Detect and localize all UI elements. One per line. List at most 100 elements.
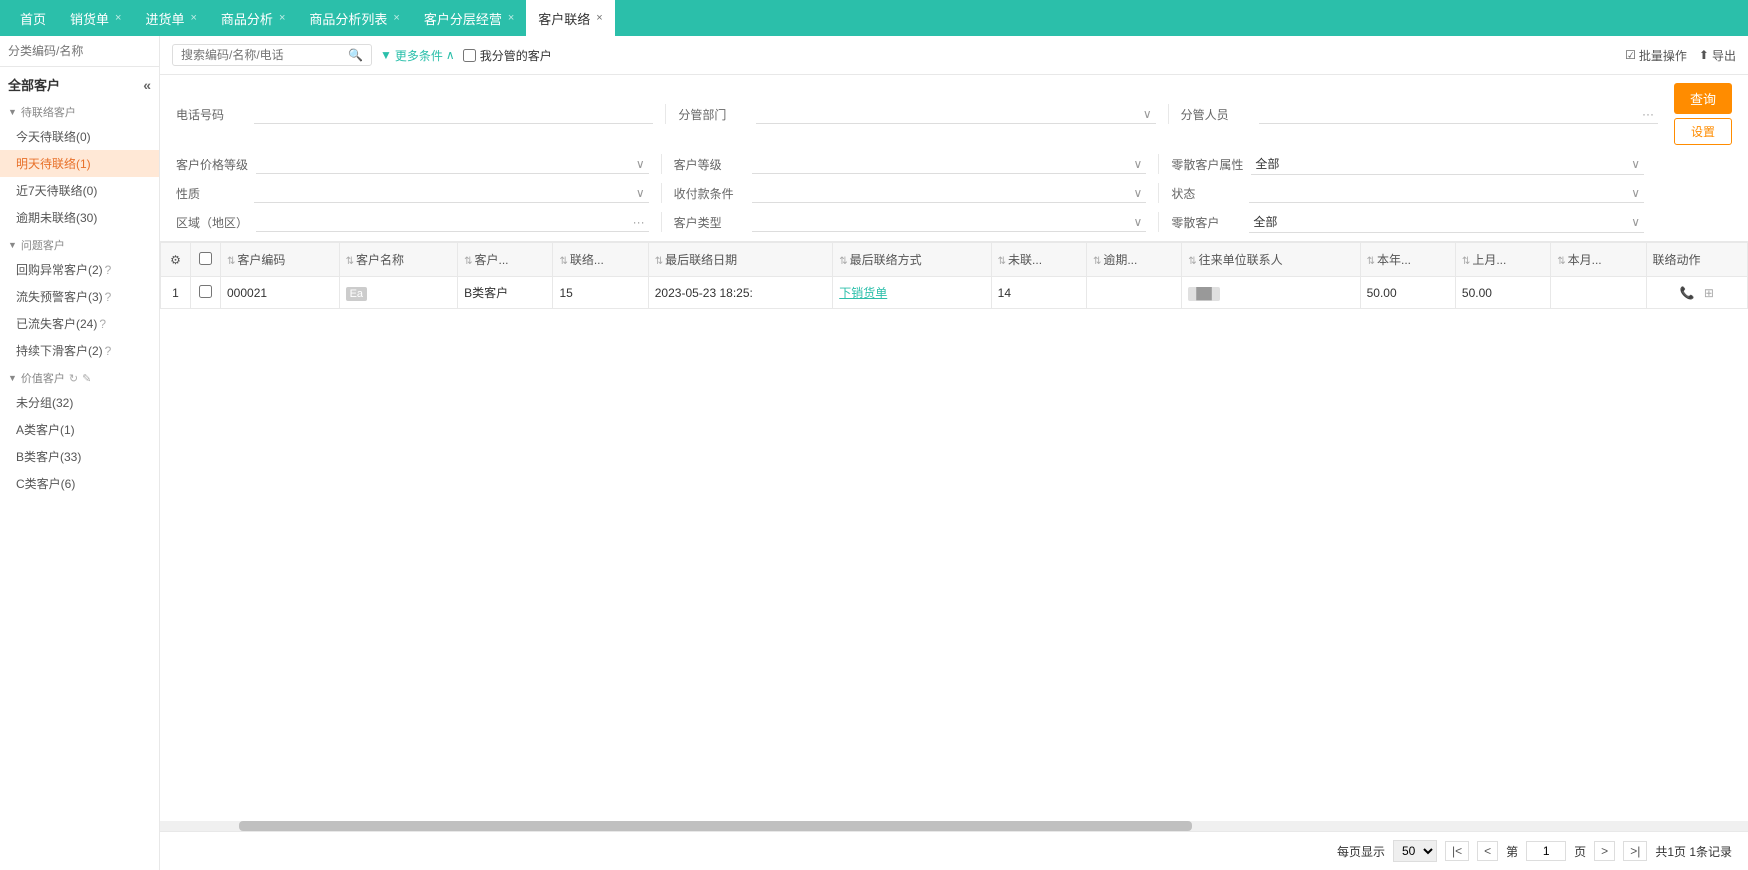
- manager-input[interactable]: ···: [1259, 105, 1658, 124]
- sidebar-search-input[interactable]: [8, 44, 160, 58]
- set-button[interactable]: 设置: [1674, 118, 1732, 145]
- query-button[interactable]: 查询: [1674, 83, 1732, 114]
- row-code: 000021: [221, 277, 340, 309]
- export-button[interactable]: ⬆ 导出: [1699, 47, 1736, 64]
- col-company-contact[interactable]: 往来单位联系人: [1182, 243, 1360, 277]
- prev-page-button[interactable]: <: [1477, 841, 1498, 861]
- col-type[interactable]: 客户...: [458, 243, 553, 277]
- sidebar-item-class-a[interactable]: A类客户(1): [0, 416, 159, 443]
- nav-customer-contact[interactable]: 客户联络 ×: [526, 0, 614, 36]
- help-icon-1[interactable]: ?: [105, 263, 112, 277]
- value-group-title: 价值客户 ↻ ✎: [0, 364, 159, 389]
- select-all-checkbox[interactable]: [199, 252, 212, 265]
- retail-attr-select[interactable]: 全部 ∨: [1251, 153, 1644, 175]
- sidebar-item-today-contact[interactable]: 今天待联络(0): [0, 123, 159, 150]
- table-row: 1 000021 Ea B类客户 15 2023-05-23 18:25: 下销…: [161, 277, 1748, 309]
- sidebar-item-tomorrow-contact[interactable]: 明天待联络(1): [0, 150, 159, 177]
- search-box: 🔍: [172, 44, 372, 66]
- sidebar-item-7days-contact[interactable]: 近7天待联络(0): [0, 177, 159, 204]
- sidebar-item-overdue-contact[interactable]: 逾期未联络(30): [0, 204, 159, 231]
- close-purchase-icon[interactable]: ×: [190, 12, 196, 24]
- filter-icon: ▼: [380, 48, 392, 62]
- my-customers-checkbox-label[interactable]: 我分管的客户: [463, 47, 552, 64]
- sidebar-item-declining[interactable]: 持续下滑客户(2) ?: [0, 337, 159, 364]
- page-number-input[interactable]: [1526, 841, 1566, 861]
- more-filter-button[interactable]: ▼ 更多条件 ∧: [380, 47, 455, 64]
- retail-customer-select[interactable]: 全部 ∨: [1249, 211, 1644, 233]
- refresh-icon[interactable]: ↻: [69, 372, 78, 385]
- col-last-contact-method[interactable]: 最后联络方式: [833, 243, 991, 277]
- filter-row-1: 电话号码 分管部门 ∨ 分管人员 ···: [176, 83, 1732, 145]
- phone-label: 电话号码: [176, 106, 246, 123]
- phone-input[interactable]: [254, 105, 653, 124]
- settings-icon[interactable]: ⚙: [170, 253, 181, 267]
- row-checkbox[interactable]: [199, 285, 212, 298]
- edit-icon[interactable]: ✎: [82, 372, 91, 385]
- row-contact-count: 15: [553, 277, 648, 309]
- nav-goods-analysis-list[interactable]: 商品分析列表 ×: [297, 0, 411, 36]
- customer-type-select[interactable]: ∨: [752, 213, 1147, 232]
- nav-home[interactable]: 首页: [8, 0, 58, 36]
- sidebar-item-churn-warning[interactable]: 流失预警客户(3) ?: [0, 283, 159, 310]
- help-icon-3[interactable]: ?: [99, 317, 106, 331]
- sidebar-item-repurchase-abnormal[interactable]: 回购异常客户(2) ?: [0, 256, 159, 283]
- divider-3: [661, 154, 662, 174]
- first-page-button[interactable]: |<: [1445, 841, 1469, 861]
- grid-action-icon[interactable]: ⊞: [1704, 286, 1714, 300]
- sidebar-item-churned[interactable]: 已流失客户(24) ?: [0, 310, 159, 337]
- nav-customer-segment[interactable]: 客户分层经营 ×: [412, 0, 526, 36]
- close-goods-list-icon[interactable]: ×: [393, 12, 399, 24]
- col-overdue[interactable]: 逾期...: [1086, 243, 1181, 277]
- region-label: 区域（地区）: [176, 214, 248, 231]
- region-input[interactable]: ···: [256, 213, 649, 232]
- divider-4: [1158, 154, 1159, 174]
- row-last-contact-method: 下销货单: [833, 277, 991, 309]
- help-icon-2[interactable]: ?: [105, 290, 112, 304]
- col-last-contact-date[interactable]: 最后联络日期: [648, 243, 832, 277]
- last-page-button[interactable]: >|: [1623, 841, 1647, 861]
- customer-grade-label: 客户等级: [674, 156, 744, 173]
- status-field: 状态 ∨: [1171, 184, 1644, 203]
- sidebar-item-ungrouped[interactable]: 未分组(32): [0, 389, 159, 416]
- col-code[interactable]: 客户编码: [221, 243, 340, 277]
- customer-grade-select[interactable]: ∨: [752, 155, 1147, 174]
- status-select[interactable]: ∨: [1249, 184, 1644, 203]
- retail-attr-label: 零散客户属性: [1171, 156, 1243, 173]
- col-last-month[interactable]: 上月...: [1455, 243, 1550, 277]
- col-this-month[interactable]: 本月...: [1551, 243, 1646, 277]
- col-action: 联络动作: [1646, 243, 1747, 277]
- nav-sales[interactable]: 销货单 ×: [58, 0, 133, 36]
- col-this-year[interactable]: 本年...: [1360, 243, 1455, 277]
- close-customer-contact-icon[interactable]: ×: [596, 12, 602, 24]
- nature-select[interactable]: ∨: [254, 184, 649, 203]
- contact-method-link[interactable]: 下销货单: [839, 286, 887, 300]
- nav-purchase[interactable]: 进货单 ×: [133, 0, 208, 36]
- per-page-select[interactable]: 50: [1393, 840, 1437, 862]
- search-icon[interactable]: 🔍: [348, 48, 363, 62]
- divider-7: [661, 212, 662, 232]
- close-goods-analysis-icon[interactable]: ×: [279, 12, 285, 24]
- horizontal-scrollbar[interactable]: [160, 821, 1748, 831]
- row-last-contact-date: 2023-05-23 18:25:: [648, 277, 832, 309]
- next-page-button[interactable]: >: [1594, 841, 1615, 861]
- price-grade-select[interactable]: ∨: [256, 155, 649, 174]
- batch-operation-button[interactable]: ☑ 批量操作: [1625, 47, 1687, 64]
- search-input[interactable]: [181, 48, 348, 62]
- retail-customer-field: 零散客户 全部 ∨: [1171, 211, 1644, 233]
- close-customer-segment-icon[interactable]: ×: [508, 12, 514, 24]
- col-uncontacted[interactable]: 未联...: [991, 243, 1086, 277]
- sidebar-item-class-b[interactable]: B类客户(33): [0, 443, 159, 470]
- sidebar-item-class-c[interactable]: C类客户(6): [0, 470, 159, 497]
- collapse-icon[interactable]: «: [143, 77, 151, 93]
- phone-action-icon[interactable]: 📞: [1680, 286, 1695, 300]
- dept-select[interactable]: ∨: [756, 105, 1155, 124]
- col-name[interactable]: 客户名称: [339, 243, 458, 277]
- dept-label: 分管部门: [678, 106, 748, 123]
- col-contact-count[interactable]: 联络...: [553, 243, 648, 277]
- payment-select[interactable]: ∨: [752, 184, 1147, 203]
- help-icon-4[interactable]: ?: [105, 344, 112, 358]
- my-customers-checkbox[interactable]: [463, 49, 476, 62]
- close-sales-icon[interactable]: ×: [115, 12, 121, 24]
- manager-label: 分管人员: [1181, 106, 1251, 123]
- nav-goods-analysis[interactable]: 商品分析 ×: [209, 0, 297, 36]
